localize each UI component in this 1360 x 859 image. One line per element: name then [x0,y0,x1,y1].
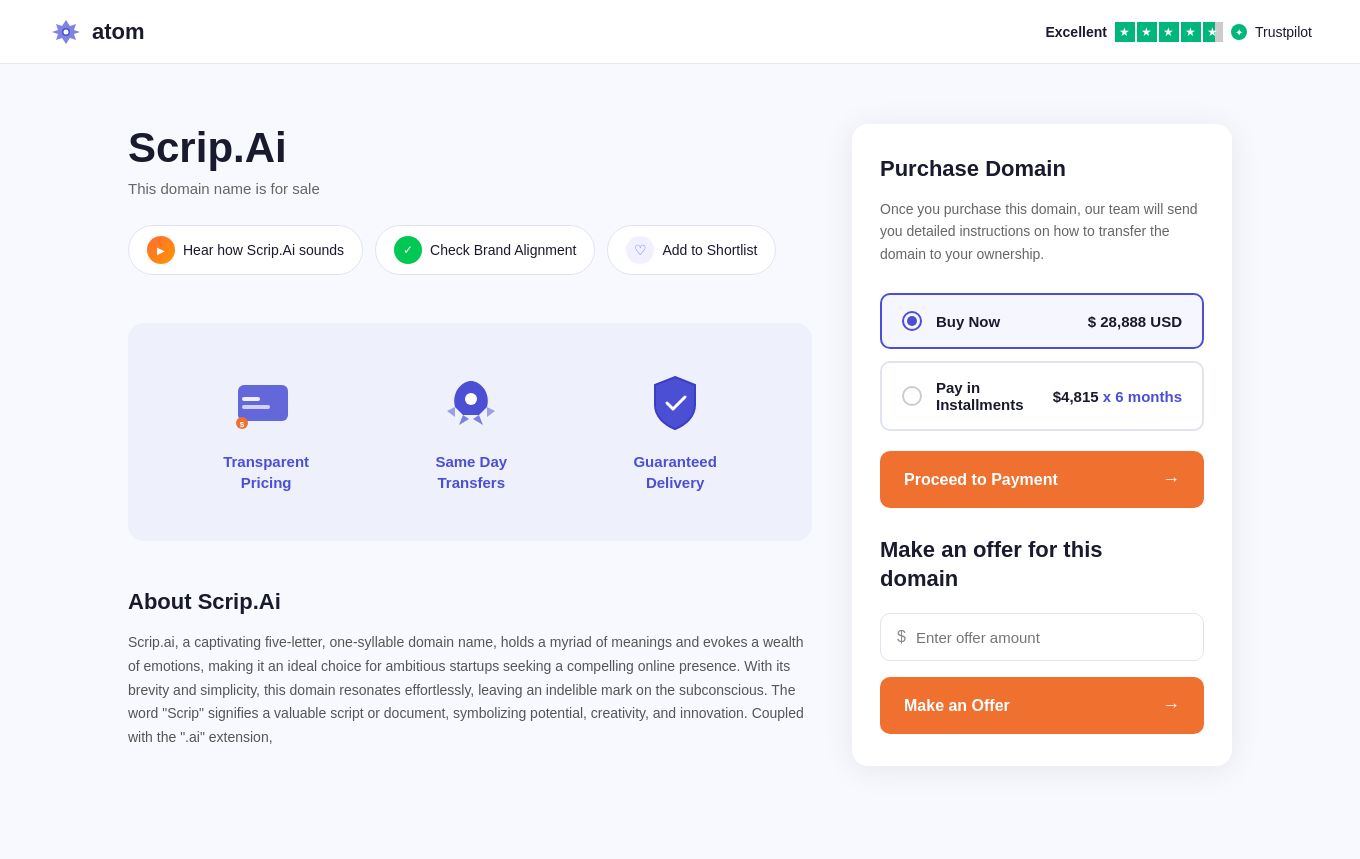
buy-now-label: Buy Now [936,313,1074,330]
star-4: ★ [1181,22,1201,42]
make-offer-arrow-icon: → [1162,695,1180,716]
star-1: ★ [1115,22,1135,42]
pricing-icon: $ [234,371,298,435]
installments-label: Pay in Installments [936,379,1039,413]
feature-guaranteed: GuaranteedDelivery [633,371,716,493]
installments-radio [902,386,922,406]
trustpilot-name: Trustpilot [1255,24,1312,40]
atom-logo-icon [48,14,84,50]
shortlist-label: Add to Shortlist [662,242,757,258]
action-buttons-group: ▶ Hear how Scrip.Ai sounds ✓ Check Brand… [128,225,812,275]
installments-price: $4,815 x 6 months [1053,388,1182,405]
proceed-label: Proceed to Payment [904,471,1058,489]
svg-rect-6 [242,405,270,409]
make-offer-button[interactable]: Make an Offer → [880,677,1204,734]
features-list: $ TransparentPricing [160,371,780,493]
check-icon: ✓ [394,236,422,264]
svg-text:✦: ✦ [1235,27,1243,38]
hear-label: Hear how Scrip.Ai sounds [183,242,344,258]
svg-text:$: $ [240,420,245,429]
check-label: Check Brand Alignment [430,242,576,258]
buy-now-price: $ 28,888 USD [1088,313,1182,330]
svg-rect-5 [242,397,260,401]
check-brand-button[interactable]: ✓ Check Brand Alignment [375,225,595,275]
domain-title: Scrip.Ai [128,124,812,172]
feature-transparent-pricing: $ TransparentPricing [223,371,309,493]
trustpilot-logo-icon: ✦ [1231,24,1247,40]
star-5: ★ [1203,22,1223,42]
svg-rect-4 [238,385,288,421]
feature-sameday-label: Same DayTransfers [435,451,507,493]
dollar-sign-icon: $ [897,628,906,646]
make-offer-label: Make an Offer [904,697,1010,715]
about-title: About Scrip.Ai [128,589,812,615]
logo-text: atom [92,19,145,45]
trustpilot-stars: ★ ★ ★ ★ ★ [1115,22,1223,42]
about-text: Scrip.ai, a captivating five-letter, one… [128,631,812,750]
star-3: ★ [1159,22,1179,42]
about-section: About Scrip.Ai Scrip.ai, a captivating f… [128,589,812,750]
offer-input-wrapper: $ [880,613,1204,661]
svg-point-1 [64,29,69,34]
star-2: ★ [1137,22,1157,42]
trustpilot-badge: Excellent ★ ★ ★ ★ ★ ✦ Trustpilot [1045,22,1312,42]
arrow-right-icon: → [1162,469,1180,490]
offer-title: Make an offer for thisdomain [880,536,1204,593]
right-panel: Purchase Domain Once you purchase this d… [852,124,1232,766]
svg-point-9 [465,393,477,405]
shield-icon [643,371,707,435]
buy-now-radio [902,311,922,331]
purchase-card: Purchase Domain Once you purchase this d… [852,124,1232,766]
installments-option[interactable]: Pay in Installments $4,815 x 6 months [880,361,1204,431]
shortlist-button[interactable]: ♡ Add to Shortlist [607,225,776,275]
domain-subtitle: This domain name is for sale [128,180,812,197]
features-section: $ TransparentPricing [128,323,812,541]
proceed-to-payment-button[interactable]: Proceed to Payment → [880,451,1204,508]
purchase-description: Once you purchase this domain, our team … [880,198,1204,265]
feature-delivery-label: GuaranteedDelivery [633,451,716,493]
left-section: Scrip.Ai This domain name is for sale ▶ … [128,124,812,750]
play-icon: ▶ [147,236,175,264]
offer-amount-input[interactable] [916,629,1187,646]
feature-pricing-label: TransparentPricing [223,451,309,493]
header: atom Excellent ★ ★ ★ ★ ★ ✦ Trustpilot [0,0,1360,64]
purchase-title: Purchase Domain [880,156,1204,182]
feature-same-day: Same DayTransfers [435,371,507,493]
heart-icon: ♡ [626,236,654,264]
rocket-icon [439,371,503,435]
main-layout: Scrip.Ai This domain name is for sale ▶ … [80,64,1280,806]
trustpilot-excellent: Excellent [1045,24,1106,40]
buy-now-option[interactable]: Buy Now $ 28,888 USD [880,293,1204,349]
hear-button[interactable]: ▶ Hear how Scrip.Ai sounds [128,225,363,275]
logo[interactable]: atom [48,14,145,50]
